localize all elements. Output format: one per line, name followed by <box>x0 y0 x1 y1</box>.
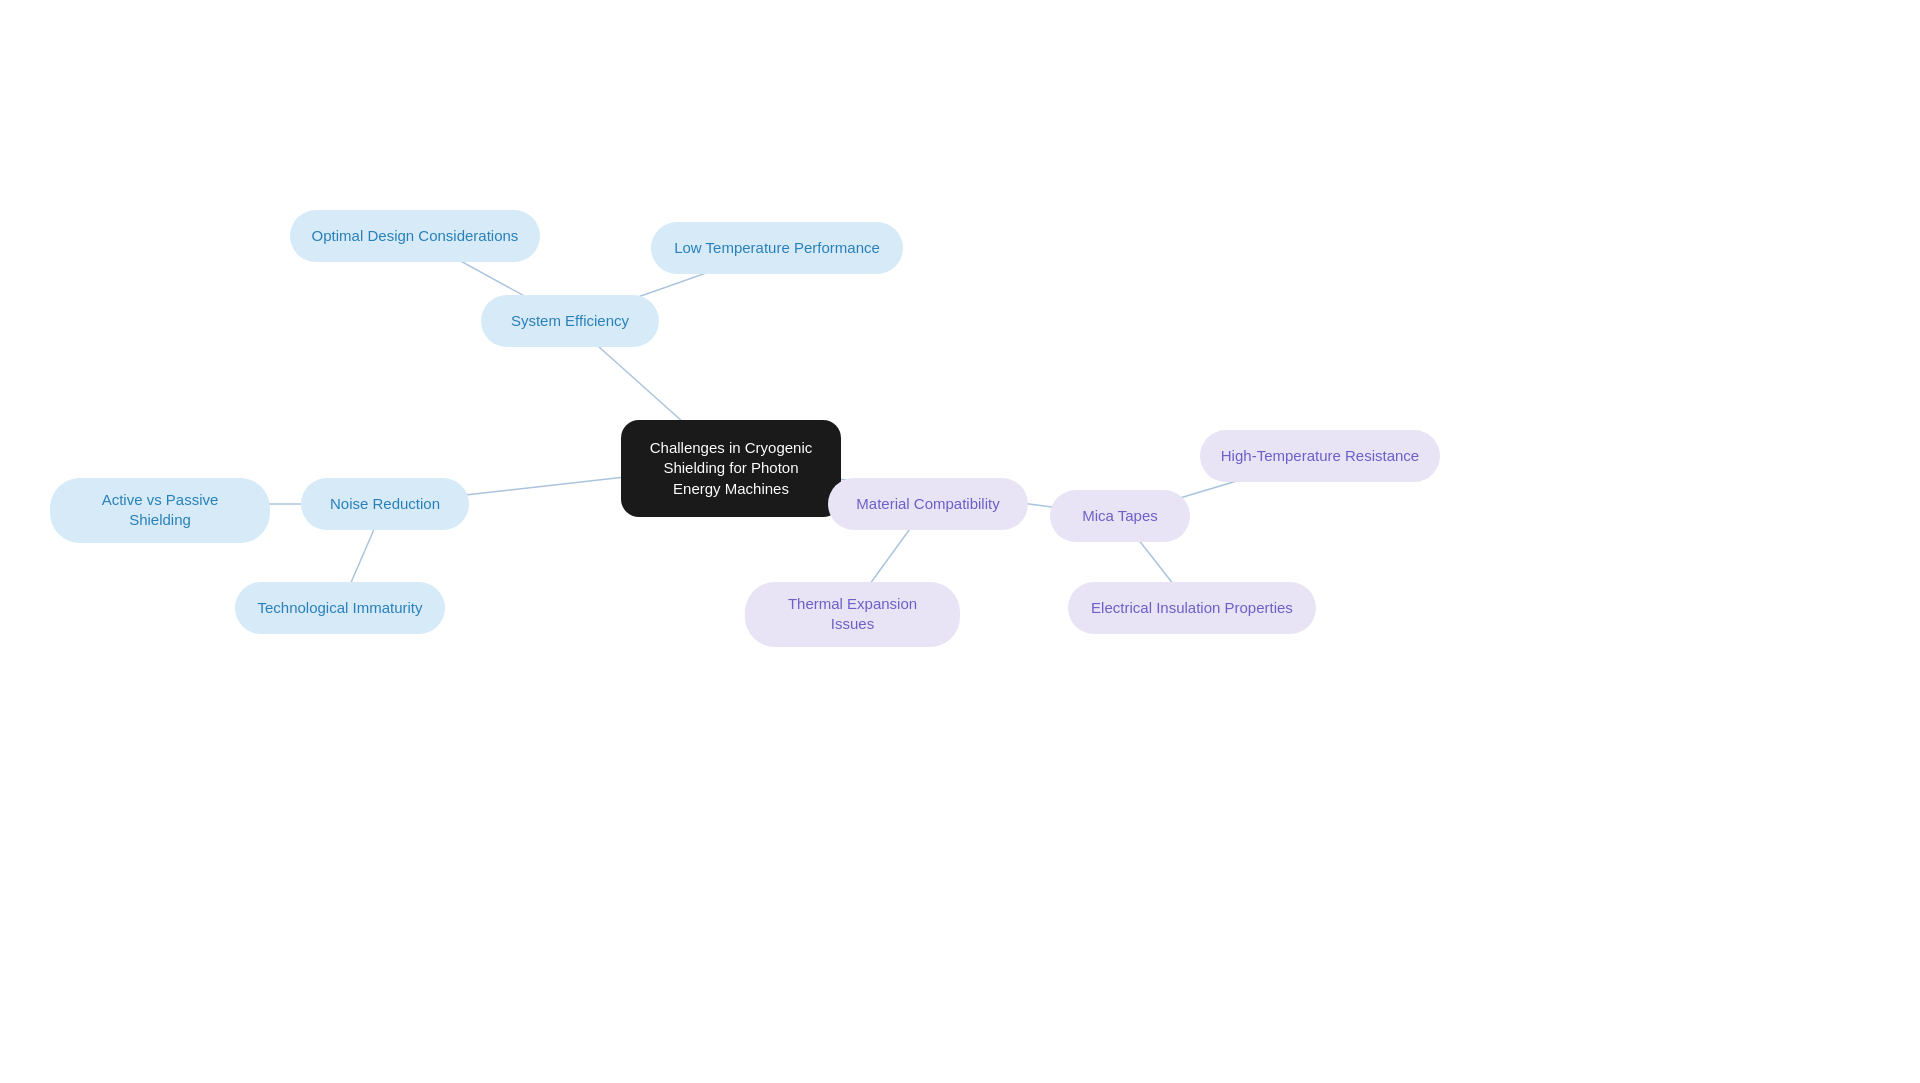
high-temp-resistance-node[interactable]: High-Temperature Resistance <box>1200 430 1440 482</box>
electrical-insulation-node[interactable]: Electrical Insulation Properties <box>1068 582 1316 634</box>
active-passive-node[interactable]: Active vs Passive Shielding <box>50 478 270 543</box>
low-temperature-node[interactable]: Low Temperature Performance <box>651 222 903 274</box>
optimal-design-node[interactable]: Optimal Design Considerations <box>290 210 540 262</box>
mica-tapes-node[interactable]: Mica Tapes <box>1050 490 1190 542</box>
tech-immaturity-node[interactable]: Technological Immaturity <box>235 582 445 634</box>
center-node[interactable]: Challenges in Cryogenic Shielding for Ph… <box>621 420 841 517</box>
system-efficiency-node[interactable]: System Efficiency <box>481 295 659 347</box>
connections-svg <box>0 0 1920 1083</box>
noise-reduction-node[interactable]: Noise Reduction <box>301 478 469 530</box>
material-compatibility-node[interactable]: Material Compatibility <box>828 478 1028 530</box>
thermal-expansion-node[interactable]: Thermal Expansion Issues <box>745 582 960 647</box>
mind-map: Challenges in Cryogenic Shielding for Ph… <box>0 0 1920 1083</box>
